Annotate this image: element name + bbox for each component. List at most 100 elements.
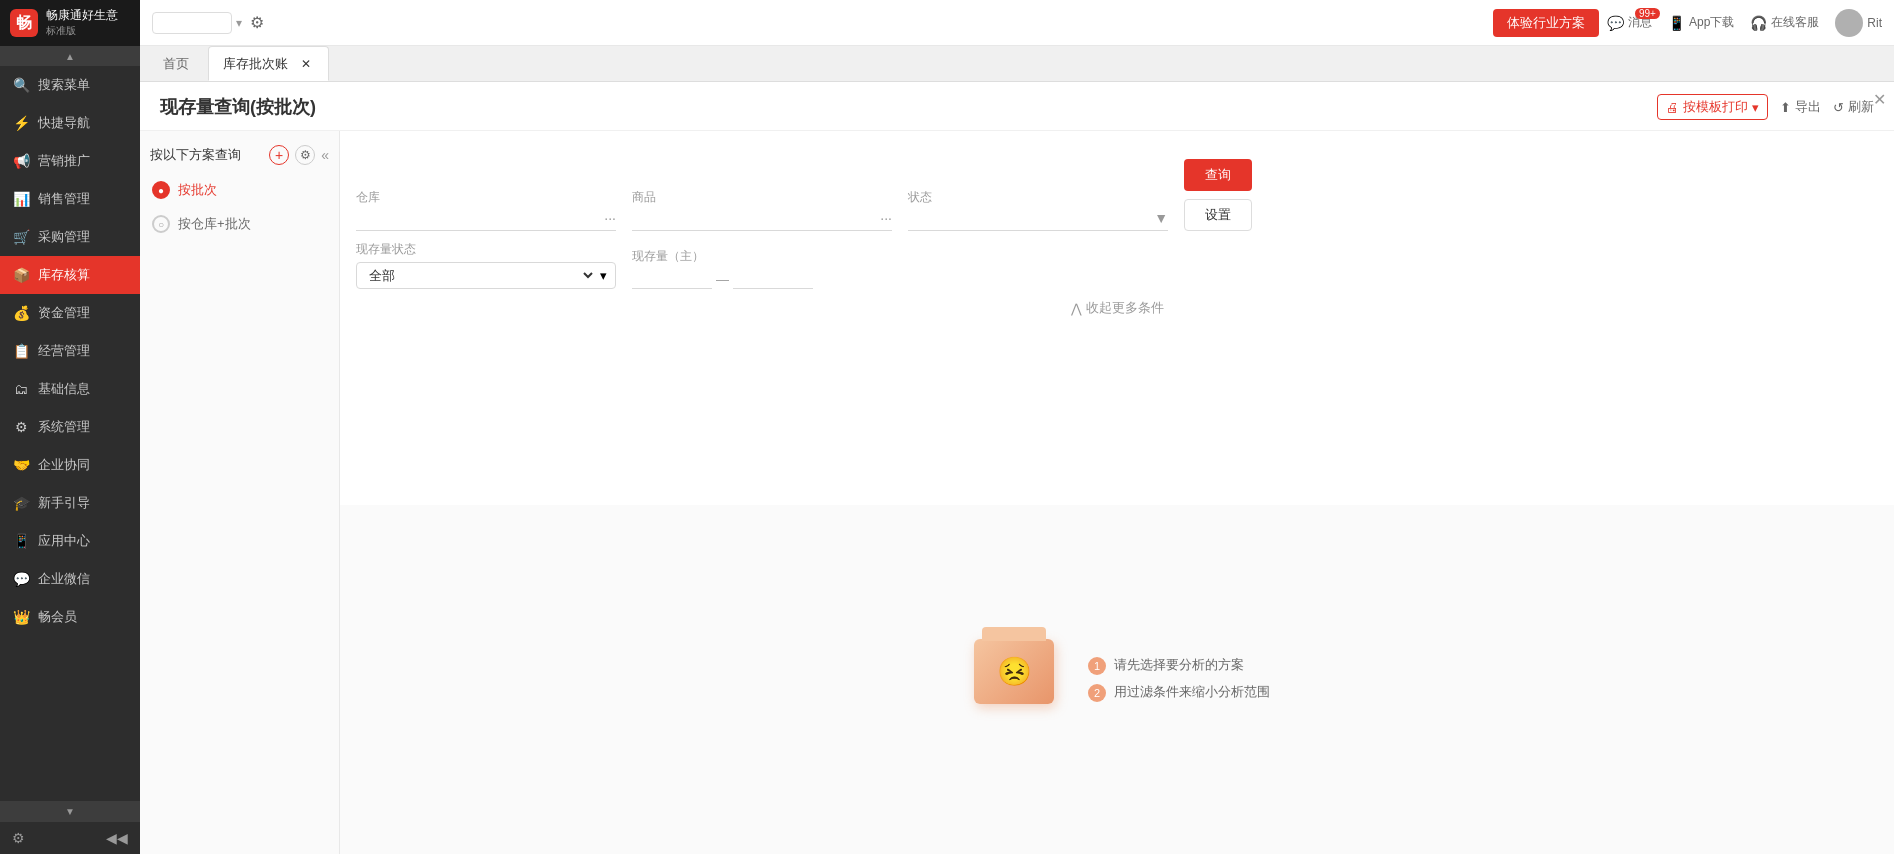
- warehouse-label: 仓库: [356, 189, 616, 206]
- tab-close-button[interactable]: ✕: [298, 56, 314, 72]
- filter-area: 仓库 ··· 商品 ···: [340, 131, 1894, 505]
- app-center-icon: 📱: [12, 532, 30, 550]
- sidebar-item-system[interactable]: ⚙ 系统管理: [0, 408, 140, 446]
- home-tab-label: 首页: [163, 55, 189, 73]
- sidebar-scroll-up[interactable]: ▲: [0, 46, 140, 66]
- tip-1-text: 请先选择要分析的方案: [1114, 656, 1244, 674]
- sidebar-item-wechat[interactable]: 💬 企业微信: [0, 560, 140, 598]
- stock-status-select[interactable]: 全部 有库存 无库存: [365, 267, 596, 284]
- trial-button[interactable]: 体验行业方案: [1493, 9, 1599, 37]
- export-button[interactable]: ⬆ 导出: [1780, 98, 1821, 116]
- product-input[interactable]: [632, 211, 876, 226]
- breadcrumb-input[interactable]: [152, 12, 232, 34]
- sidebar-scroll-down[interactable]: ▼: [0, 801, 140, 821]
- range-dash: —: [716, 272, 729, 287]
- app-download-label: App下载: [1689, 14, 1734, 31]
- filter-status: 状态 ▼: [908, 189, 1168, 231]
- stock-main-min-input[interactable]: [632, 269, 712, 289]
- collapse-sidebar-icon[interactable]: ◀◀: [106, 830, 128, 846]
- close-panel-button[interactable]: ✕: [1873, 90, 1886, 109]
- messages-action[interactable]: 💬 消息 99+: [1607, 14, 1652, 31]
- sidebar-item-label: 系统管理: [38, 418, 90, 436]
- print-button[interactable]: 🖨 按模板打印 ▾: [1657, 94, 1768, 120]
- scheme-settings-button[interactable]: ⚙: [295, 145, 315, 165]
- sidebar-item-label: 畅会员: [38, 608, 77, 626]
- scheme-header: 按以下方案查询 + ⚙ «: [140, 141, 339, 173]
- inventory-batch-tab-label: 库存批次账: [223, 55, 288, 73]
- product-dots[interactable]: ···: [880, 210, 892, 226]
- empty-tips: 1 请先选择要分析的方案 2 用过滤条件来缩小分析范围: [1088, 656, 1270, 702]
- refresh-button[interactable]: ↺ 刷新: [1833, 98, 1874, 116]
- sidebar-item-guide[interactable]: 🎓 新手引导: [0, 484, 140, 522]
- query-button[interactable]: 查询: [1184, 159, 1252, 191]
- sidebar-item-finance[interactable]: 💰 资金管理: [0, 294, 140, 332]
- settings-icon[interactable]: ⚙: [250, 13, 264, 32]
- settings-bottom-icon[interactable]: ⚙: [12, 830, 25, 846]
- sidebar-item-basic[interactable]: 🗂 基础信息: [0, 370, 140, 408]
- user-action[interactable]: Rit: [1835, 9, 1882, 37]
- scheme-panel: 按以下方案查询 + ⚙ « ● 按批次 ○ 按仓库+批次: [140, 131, 340, 854]
- online-service-label: 在线客服: [1771, 14, 1819, 31]
- collapse-more-conditions[interactable]: ⋀ 收起更多条件: [356, 293, 1878, 323]
- filter-actions: 查询 设置: [1184, 143, 1252, 231]
- message-icon: 💬: [1607, 15, 1624, 31]
- sidebar-item-inventory[interactable]: 📦 库存核算: [0, 256, 140, 294]
- filter-settings-button[interactable]: 设置: [1184, 199, 1252, 231]
- app-version: 标准版: [46, 24, 118, 38]
- main-area: ▾ ⚙ 体验行业方案 💬 消息 99+ 📱 App下载 🎧 在线客服 Rit: [140, 0, 1894, 854]
- warehouse-dots[interactable]: ···: [604, 210, 616, 226]
- topbar-breadcrumb: ▾: [152, 12, 242, 34]
- sidebar-item-marketing[interactable]: 📢 营销推广: [0, 142, 140, 180]
- tip-num-1: 1: [1088, 657, 1106, 675]
- sidebar-item-member[interactable]: 👑 畅会员: [0, 598, 140, 636]
- sidebar-item-sales[interactable]: 📊 销售管理: [0, 180, 140, 218]
- sidebar-item-search[interactable]: 🔍 搜索菜单: [0, 66, 140, 104]
- status-chevron-icon[interactable]: ▼: [1154, 210, 1168, 226]
- scheme-header-label: 按以下方案查询: [150, 146, 241, 164]
- scheme-collapse-button[interactable]: «: [321, 147, 329, 163]
- tab-home[interactable]: 首页: [148, 46, 204, 81]
- refresh-icon: ↺: [1833, 100, 1844, 115]
- headset-icon: 🎧: [1750, 15, 1767, 31]
- warehouse-input[interactable]: [356, 211, 600, 226]
- filter-stock-status: 现存量状态 全部 有库存 无库存 ▾: [356, 241, 616, 289]
- main-body: 按以下方案查询 + ⚙ « ● 按批次 ○ 按仓库+批次: [140, 131, 1894, 854]
- status-input[interactable]: [908, 211, 1150, 226]
- purchase-icon: 🛒: [12, 228, 30, 246]
- scheme-item-by-warehouse-batch[interactable]: ○ 按仓库+批次: [140, 207, 339, 241]
- sidebar-item-app-center[interactable]: 📱 应用中心: [0, 522, 140, 560]
- sidebar-item-enterprise[interactable]: 🤝 企业协同: [0, 446, 140, 484]
- sidebar-item-label: 基础信息: [38, 380, 90, 398]
- sidebar-item-label: 销售管理: [38, 190, 90, 208]
- stock-status-select-wrap[interactable]: 全部 有库存 无库存 ▾: [356, 262, 616, 289]
- scheme-add-button[interactable]: +: [269, 145, 289, 165]
- wechat-icon: 💬: [12, 570, 30, 588]
- system-icon: ⚙: [12, 418, 30, 436]
- filter-stock-main: 现存量（主） —: [632, 248, 892, 289]
- tab-inventory-batch[interactable]: 库存批次账 ✕: [208, 46, 329, 81]
- scheme-item-by-batch[interactable]: ● 按批次: [140, 173, 339, 207]
- enterprise-icon: 🤝: [12, 456, 30, 474]
- app-logo: 畅: [10, 9, 38, 37]
- sidebar-item-operations[interactable]: 📋 经营管理: [0, 332, 140, 370]
- filter-product: 商品 ···: [632, 189, 892, 231]
- online-service-action[interactable]: 🎧 在线客服: [1750, 14, 1819, 31]
- app-download-action[interactable]: 📱 App下载: [1668, 14, 1734, 31]
- sidebar-item-label: 库存核算: [38, 266, 90, 284]
- stock-main-max-input[interactable]: [733, 269, 813, 289]
- collapse-label: 收起更多条件: [1086, 299, 1164, 317]
- product-input-wrap: ···: [632, 210, 892, 231]
- stock-main-range: —: [632, 269, 892, 289]
- breadcrumb-chevron-icon: ▾: [236, 16, 242, 30]
- basic-icon: 🗂: [12, 380, 30, 398]
- sidebar-item-label: 企业协同: [38, 456, 90, 474]
- sidebar-item-label: 经营管理: [38, 342, 90, 360]
- sidebar-item-quick-nav[interactable]: ⚡ 快捷导航: [0, 104, 140, 142]
- page-panel: 现存量查询(按批次) 🖨 按模板打印 ▾ ⬆ 导出 ↺ 刷新: [140, 82, 1894, 854]
- sidebar-item-purchase[interactable]: 🛒 采购管理: [0, 218, 140, 256]
- tip-2-text: 用过滤条件来缩小分析范围: [1114, 683, 1270, 701]
- app-info: 畅康通好生意 标准版: [46, 8, 118, 38]
- sidebar-nav: 🔍 搜索菜单 ⚡ 快捷导航 📢 营销推广 📊 销售管理 🛒 采购管理 📦 库存核…: [0, 66, 140, 801]
- print-label: 按模板打印: [1683, 98, 1748, 116]
- page-header-actions: 🖨 按模板打印 ▾ ⬆ 导出 ↺ 刷新: [1657, 94, 1874, 120]
